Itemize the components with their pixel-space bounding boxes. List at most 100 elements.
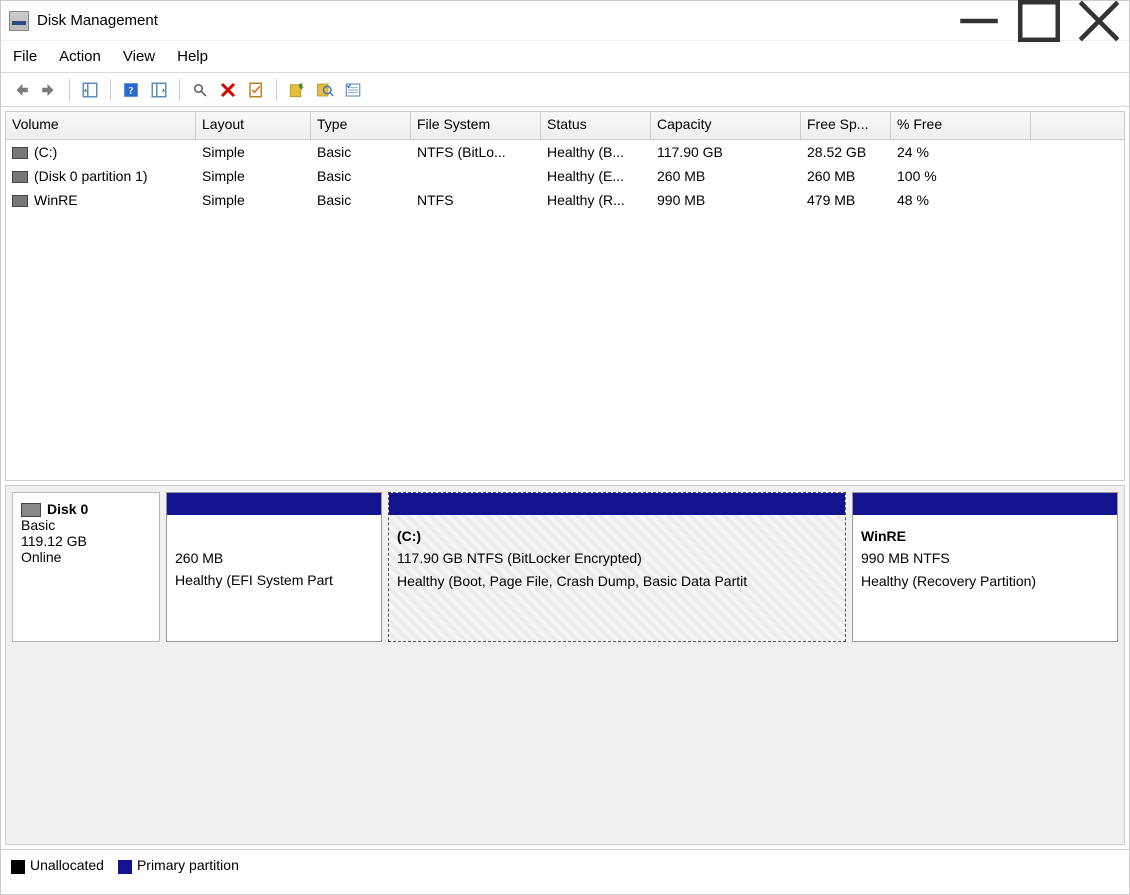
menubar: File Action View Help	[1, 41, 1129, 73]
table-row[interactable]: (Disk 0 partition 1) SimpleBasic Healthy (…	[6, 164, 1124, 188]
volume-layout: Simple	[196, 192, 311, 208]
menu-view[interactable]: View	[123, 48, 155, 65]
volume-layout: Simple	[196, 144, 311, 160]
volume-name: (C:)	[34, 144, 57, 160]
volume-type: Basic	[311, 192, 411, 208]
partition[interactable]: WinRE990 MB NTFSHealthy (Recovery Partit…	[852, 492, 1118, 642]
delete-button[interactable]	[216, 78, 240, 102]
show-hide-console-tree-button[interactable]	[78, 78, 102, 102]
properties-button[interactable]	[147, 78, 171, 102]
volume-free: 28.52 GB	[801, 144, 891, 160]
col-filesystem[interactable]: File System	[411, 112, 541, 139]
volume-name: WinRE	[34, 192, 78, 208]
volume-free: 479 MB	[801, 192, 891, 208]
back-button[interactable]	[9, 78, 33, 102]
search-icon	[316, 81, 334, 99]
volume-name: (Disk 0 partition 1)	[34, 168, 148, 184]
volume-status: Healthy (E...	[541, 168, 651, 184]
col-status[interactable]: Status	[541, 112, 651, 139]
volume-list: Volume Layout Type File System Status Ca…	[5, 111, 1125, 481]
list-icon	[344, 81, 362, 99]
flag-button[interactable]	[244, 78, 268, 102]
close-button[interactable]	[1069, 1, 1129, 41]
app-icon	[9, 11, 29, 31]
unallocated-swatch-icon	[11, 860, 25, 874]
forward-arrow-icon	[40, 81, 58, 99]
partition-stripe	[389, 493, 845, 515]
disk-size: 119.12 GB	[21, 533, 151, 549]
show-hide-console-tree-icon	[81, 81, 99, 99]
disk-graphic-pane: Disk 0 Basic 119.12 GB Online 260 MBHeal…	[5, 485, 1125, 845]
menu-help[interactable]: Help	[177, 48, 208, 65]
disk-type: Basic	[21, 517, 151, 533]
menu-file[interactable]: File	[13, 48, 37, 65]
menu-action[interactable]: Action	[59, 48, 101, 65]
volume-capacity: 117.90 GB	[651, 144, 801, 160]
partition-status: Healthy (Boot, Page File, Crash Dump, Ba…	[397, 570, 837, 592]
minimize-button[interactable]	[949, 1, 1009, 41]
volume-free: 260 MB	[801, 168, 891, 184]
col-capacity[interactable]: Capacity	[651, 112, 801, 139]
volume-layout: Simple	[196, 168, 311, 184]
volume-pct: 24 %	[891, 144, 1031, 160]
maximize-button[interactable]	[1009, 1, 1069, 41]
help-icon: ?	[122, 81, 140, 99]
titlebar: Disk Management	[1, 1, 1129, 41]
volume-pct: 100 %	[891, 168, 1031, 184]
partition-status: Healthy (EFI System Part	[175, 569, 373, 591]
volume-status: Healthy (R...	[541, 192, 651, 208]
search-button[interactable]	[313, 78, 337, 102]
volume-fs: NTFS (BitLo...	[411, 144, 541, 160]
partition-name: (C:)	[397, 525, 837, 547]
volume-capacity: 990 MB	[651, 192, 801, 208]
disk-icon	[21, 503, 41, 517]
back-arrow-icon	[12, 81, 30, 99]
volume-pct: 48 %	[891, 192, 1031, 208]
volume-capacity: 260 MB	[651, 168, 801, 184]
partition-name: WinRE	[861, 525, 1109, 547]
partition-stripe	[167, 493, 381, 515]
volume-icon	[12, 195, 28, 207]
col-pct-free[interactable]: % Free	[891, 112, 1031, 139]
volume-icon	[12, 171, 28, 183]
table-row[interactable]: WinRESimpleBasicNTFSHealthy (R...990 MB4…	[6, 188, 1124, 212]
new-icon	[288, 81, 306, 99]
col-type[interactable]: Type	[311, 112, 411, 139]
volume-type: Basic	[311, 168, 411, 184]
legend: Unallocated Primary partition	[1, 849, 1129, 881]
window-title: Disk Management	[37, 12, 158, 29]
refresh-button[interactable]	[188, 78, 212, 102]
disk-status: Online	[21, 549, 151, 565]
column-headers: Volume Layout Type File System Status Ca…	[6, 112, 1124, 140]
partition-stripe	[853, 493, 1117, 515]
help-button[interactable]: ?	[119, 78, 143, 102]
col-free[interactable]: Free Sp...	[801, 112, 891, 139]
flag-icon	[247, 81, 265, 99]
primary-swatch-icon	[118, 860, 132, 874]
refresh-icon	[191, 81, 209, 99]
disk-header[interactable]: Disk 0 Basic 119.12 GB Online	[12, 492, 160, 642]
partition-size: 117.90 GB NTFS (BitLocker Encrypted)	[397, 547, 837, 569]
properties-icon	[150, 81, 168, 99]
table-row[interactable]: (C:) SimpleBasicNTFS (BitLo...Healthy (B.…	[6, 140, 1124, 164]
volume-status: Healthy (B...	[541, 144, 651, 160]
col-layout[interactable]: Layout	[196, 112, 311, 139]
new-button[interactable]	[285, 78, 309, 102]
volume-fs: NTFS	[411, 192, 541, 208]
svg-text:?: ?	[128, 85, 133, 96]
legend-primary: Primary partition	[118, 857, 239, 873]
volume-type: Basic	[311, 144, 411, 160]
forward-button[interactable]	[37, 78, 61, 102]
disk-row: Disk 0 Basic 119.12 GB Online 260 MBHeal…	[12, 492, 1118, 642]
toolbar: ?	[1, 73, 1129, 107]
partition[interactable]: (C:)117.90 GB NTFS (BitLocker Encrypted)…	[388, 492, 846, 642]
volume-icon	[12, 147, 28, 159]
partition-size: 260 MB	[175, 547, 373, 569]
partition-status: Healthy (Recovery Partition)	[861, 570, 1109, 592]
partition[interactable]: 260 MBHealthy (EFI System Part	[166, 492, 382, 642]
partition-size: 990 MB NTFS	[861, 547, 1109, 569]
col-volume[interactable]: Volume	[6, 112, 196, 139]
list-button[interactable]	[341, 78, 365, 102]
delete-icon	[219, 81, 237, 99]
disk-name: Disk 0	[47, 501, 88, 517]
